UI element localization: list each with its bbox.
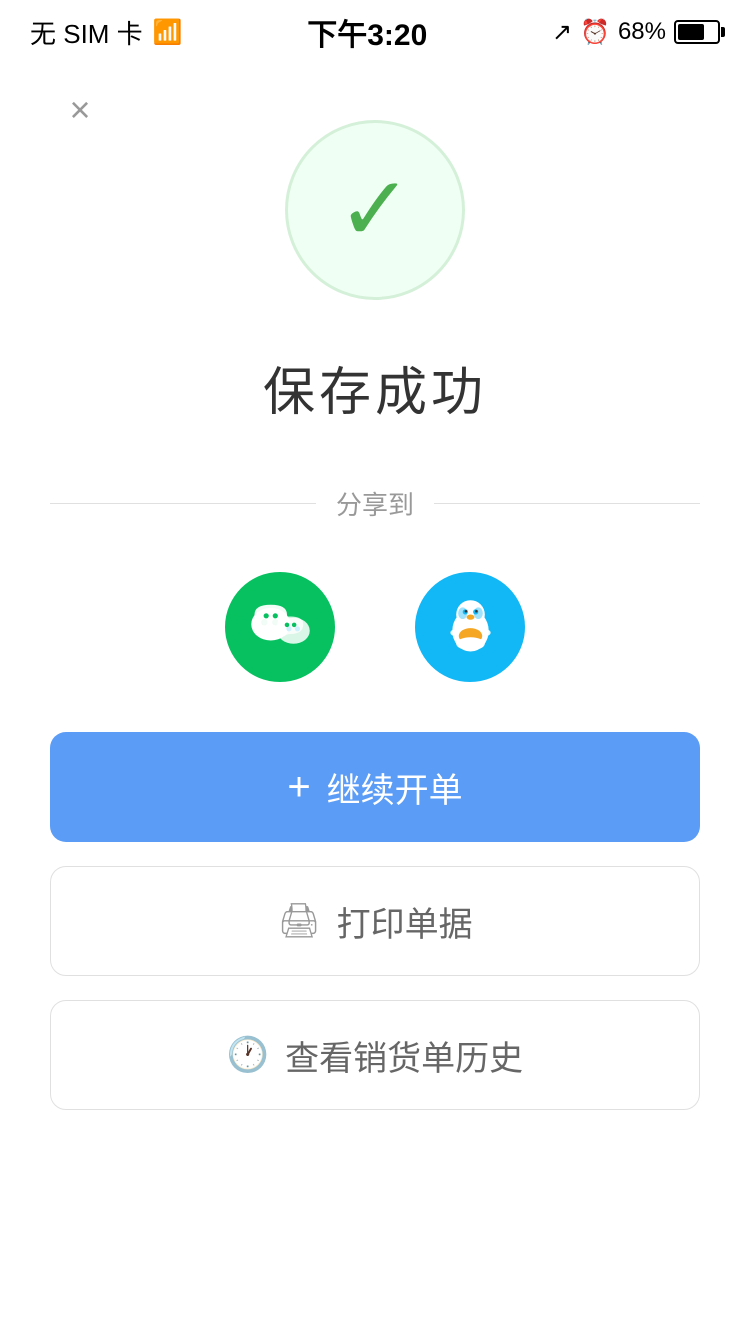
sim-status: 无 SIM 卡 [30,14,143,51]
wifi-icon: 📶 [153,18,183,47]
battery-icon [674,20,720,44]
history-button[interactable]: 🕐 查看销货单历史 [50,1000,700,1110]
main-content: ✓ 保存成功 分享到 [0,60,750,1110]
status-left: 无 SIM 卡 📶 [30,14,183,51]
checkmark-icon: ✓ [337,165,412,255]
status-bar: 无 SIM 卡 📶 下午3:20 ↗ ⏰ 68% [0,0,750,60]
wechat-icon [248,595,313,660]
success-icon-circle: ✓ [285,120,465,300]
divider-line-right [434,503,700,504]
wechat-share-button[interactable] [225,572,335,682]
success-title: 保存成功 [263,350,487,425]
status-right: ↗ ⏰ 68% [552,18,720,47]
history-icon: 🕐 [227,1035,269,1075]
close-button[interactable]: × [50,80,110,140]
status-time: 下午3:20 [307,10,427,54]
qq-share-button[interactable] [415,572,525,682]
continue-button[interactable]: + 继续开单 [50,732,700,842]
print-icon: 🖨 [277,901,320,941]
share-icons [50,572,700,682]
alarm-icon: ⏰ [580,18,610,47]
divider-line-left [50,503,316,504]
battery-percentage: 68% [618,18,666,46]
share-divider: 分享到 [50,485,700,522]
print-button[interactable]: 🖨 打印单据 [50,866,700,976]
print-button-label: 打印单据 [337,897,473,946]
location-icon: ↗ [552,18,572,47]
share-label: 分享到 [336,485,414,522]
qq-icon [438,595,503,660]
close-icon: × [69,92,90,128]
continue-button-label: 继续开单 [327,763,463,812]
history-button-label: 查看销货单历史 [285,1031,523,1080]
plus-icon: + [287,767,310,807]
share-section: 分享到 [0,485,750,682]
action-buttons: + 继续开单 🖨 打印单据 🕐 查看销货单历史 [0,732,750,1110]
